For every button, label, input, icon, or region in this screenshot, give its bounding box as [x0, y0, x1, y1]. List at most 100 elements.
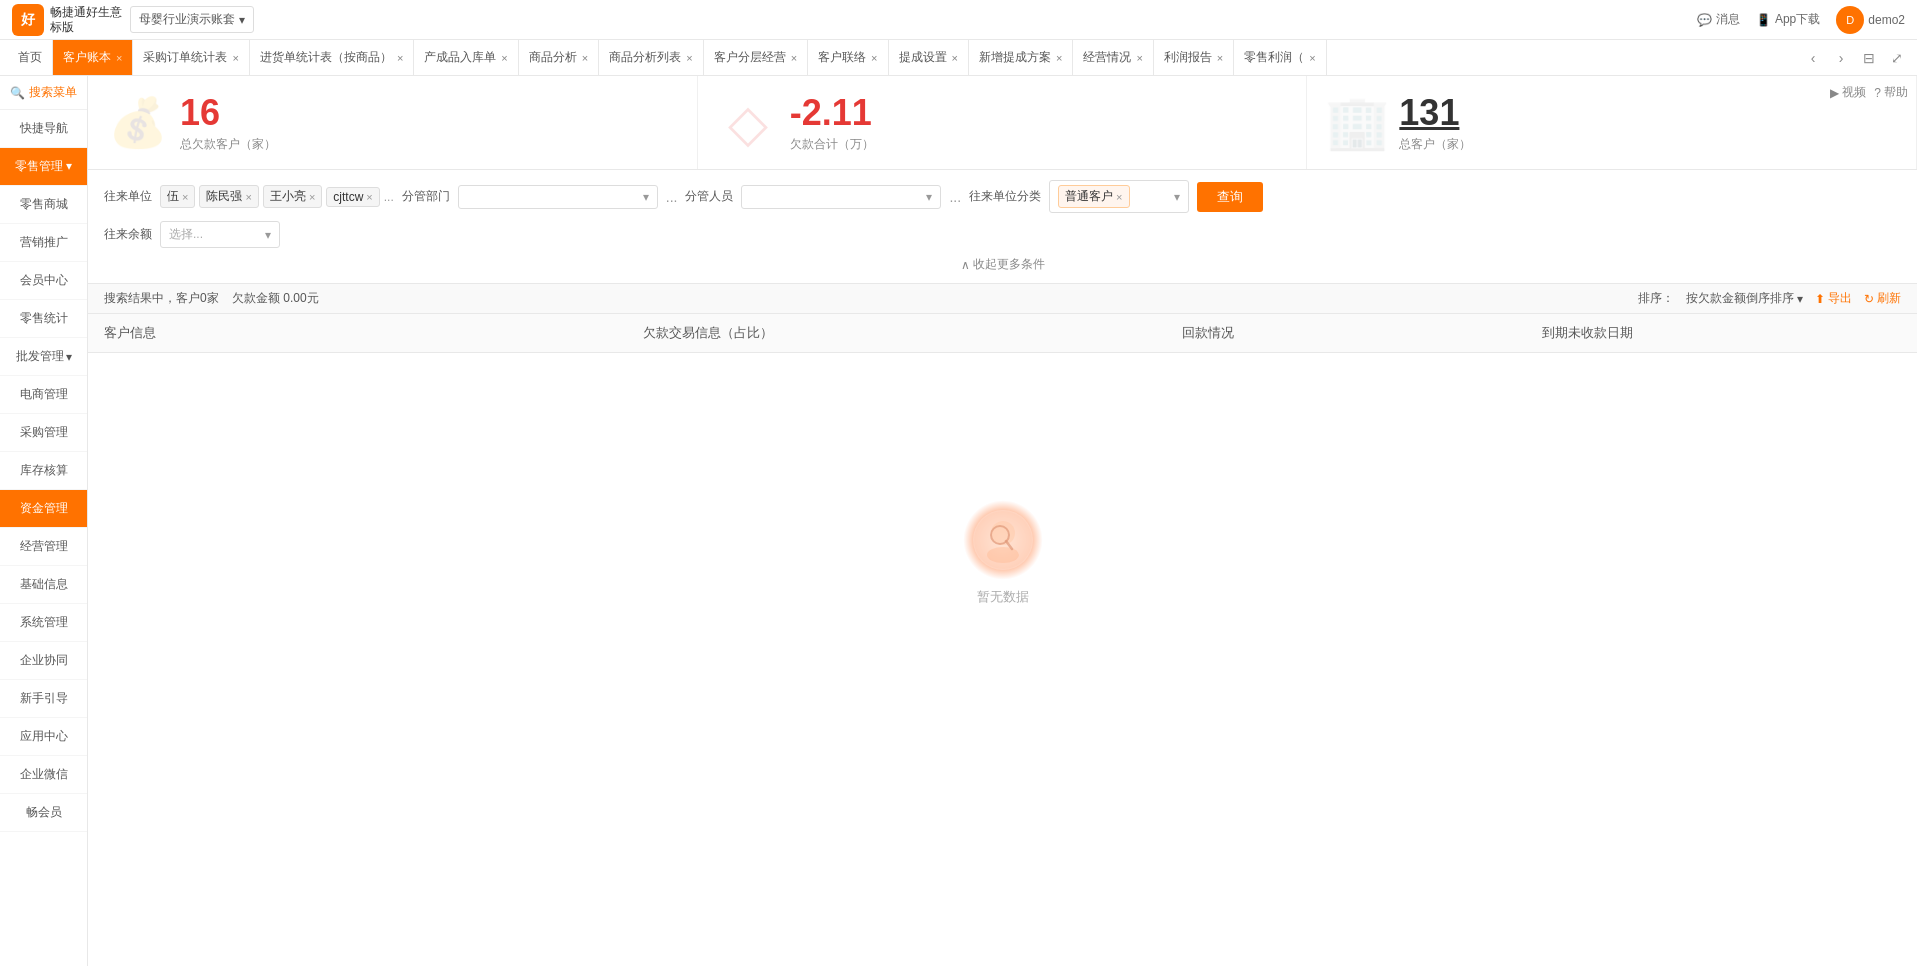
tab-product-analysis-list[interactable]: 商品分析列表 × — [599, 40, 703, 76]
stat-value-receivable: -2.11 — [790, 92, 874, 134]
help-button[interactable]: ? 帮助 — [1874, 84, 1908, 101]
tab-close-profit-report[interactable]: × — [1217, 52, 1223, 64]
col-repayment: 回款情况 — [1182, 324, 1541, 342]
video-icon: ▶ — [1830, 86, 1839, 100]
stat-label-customers: 总欠款客户（家） — [180, 136, 276, 153]
tab-customer-tier[interactable]: 客户分层经营 × — [704, 40, 808, 76]
video-button[interactable]: ▶ 视频 — [1830, 84, 1866, 101]
app-download-button[interactable]: 📱 App下载 — [1756, 11, 1820, 28]
chevron-down-icon-sort: ▾ — [1797, 292, 1803, 306]
top-bar: 好 畅捷通好生意 标版 母婴行业演示账套 ▾ 💬 消息 📱 App下载 D de… — [0, 0, 1917, 40]
filter-label-unit: 往来单位 — [104, 188, 152, 205]
filter-dept-select[interactable]: ▾ — [458, 185, 658, 209]
filter-tag-chen[interactable]: 陈民强 × — [199, 185, 258, 208]
refresh-button[interactable]: ↻ 刷新 — [1864, 290, 1901, 307]
tab-product-entry[interactable]: 产成品入库单 × — [414, 40, 518, 76]
top-bar-left: 好 畅捷通好生意 标版 母婴行业演示账套 ▾ — [12, 4, 254, 36]
tag-close-chen[interactable]: × — [245, 191, 251, 203]
sidebar-item-basic-info[interactable]: 基础信息 — [0, 566, 87, 604]
tab-product-analysis[interactable]: 商品分析 × — [519, 40, 599, 76]
filter-tag-wang[interactable]: 王小亮 × — [263, 185, 322, 208]
tab-profit-report[interactable]: 利润报告 × — [1154, 40, 1234, 76]
sidebar-item-quick-nav[interactable]: 快捷导航 — [0, 110, 87, 148]
filter-tag-normal-customer[interactable]: 普通客户 × — [1058, 185, 1129, 208]
sidebar-search[interactable]: 🔍 搜索菜单 — [0, 76, 87, 110]
filter-label-unit-category: 往来单位分类 — [969, 188, 1041, 205]
tab-close-product-analysis-list[interactable]: × — [686, 52, 692, 64]
collapse-button[interactable]: ∧ 收起更多条件 — [961, 256, 1045, 273]
sidebar-item-finance[interactable]: 资金管理 — [0, 490, 87, 528]
filter-more-tags[interactable]: ... — [384, 190, 394, 204]
sidebar-item-system-mgmt[interactable]: 系统管理 — [0, 604, 87, 642]
filter-remainder-select[interactable]: 选择... ▾ — [160, 221, 280, 248]
tab-close-customers[interactable]: × — [116, 52, 122, 64]
sidebar-item-purchase-mgmt[interactable]: 采购管理 — [0, 414, 87, 452]
tab-close-customer-contact[interactable]: × — [871, 52, 877, 64]
sidebar-item-wholesale-mgmt[interactable]: 批发管理 ▾ — [0, 338, 87, 376]
sidebar-item-retail-mall[interactable]: 零售商城 — [0, 186, 87, 224]
tag-close-wu[interactable]: × — [182, 191, 188, 203]
store-selector[interactable]: 母婴行业演示账套 ▾ — [130, 6, 254, 33]
tab-home[interactable]: 首页 — [8, 40, 53, 76]
tab-inventory-stats[interactable]: 进货单统计表（按商品） × — [250, 40, 414, 76]
tab-close-tip-settings[interactable]: × — [952, 52, 958, 64]
tab-close-retail-profit[interactable]: × — [1309, 52, 1315, 64]
sidebar-item-app-center[interactable]: 应用中心 — [0, 718, 87, 756]
tag-close-normal-customer[interactable]: × — [1116, 191, 1122, 203]
message-icon: 💬 — [1697, 13, 1712, 27]
tab-minimize-button[interactable]: ⊟ — [1857, 46, 1881, 70]
stat-card-customers: 💰 16 总欠款客户（家） — [88, 76, 698, 169]
filter-person-dots[interactable]: ... — [949, 189, 961, 205]
tab-close-customer-tier[interactable]: × — [791, 52, 797, 64]
filter-unit-category-select[interactable]: 普通客户 × ▾ — [1049, 180, 1189, 213]
sidebar-item-inventory[interactable]: 库存核算 — [0, 452, 87, 490]
stats-row: 💰 16 总欠款客户（家） ◇ -2.11 欠款合计（万） 🏢 131 总客户（… — [88, 76, 1917, 170]
filter-person-select[interactable]: ▾ — [741, 185, 941, 209]
stat-card-receivable: ◇ -2.11 欠款合计（万） — [698, 76, 1308, 169]
svg-point-2 — [987, 547, 1019, 563]
tab-tip-settings[interactable]: 提成设置 × — [889, 40, 969, 76]
stat-icon-customers: 💰 — [108, 93, 168, 153]
sidebar-item-new-guide[interactable]: 新手引导 — [0, 680, 87, 718]
table-area: 客户信息 欠款交易信息（占比） 回款情况 到期未收款日期 — [88, 314, 1917, 966]
tab-customers[interactable]: 客户账本 × — [53, 40, 133, 76]
tab-next-button[interactable]: › — [1829, 46, 1853, 70]
filter-tag-cjttcw[interactable]: cjttcw × — [326, 187, 379, 207]
tab-new-tip-plan[interactable]: 新增提成方案 × — [969, 40, 1073, 76]
sidebar-item-chang-member[interactable]: 畅会员 — [0, 794, 87, 832]
filter-tag-wu[interactable]: 伍 × — [160, 185, 195, 208]
tab-bar-controls: ‹ › ⊟ ⤢ — [1801, 46, 1909, 70]
tab-purchase-orders[interactable]: 采购订单统计表 × — [133, 40, 249, 76]
tab-close-operations[interactable]: × — [1136, 52, 1142, 64]
tab-bar: 首页 客户账本 × 采购订单统计表 × 进货单统计表（按商品） × 产成品入库单… — [0, 40, 1917, 76]
filter-row-2: 往来余额 选择... ▾ — [104, 221, 1901, 248]
tab-prev-button[interactable]: ‹ — [1801, 46, 1825, 70]
sidebar-item-retail-mgmt[interactable]: 零售管理 ▾ — [0, 148, 87, 186]
tab-operations[interactable]: 经营情况 × — [1073, 40, 1153, 76]
sidebar-item-enterprise-coop[interactable]: 企业协同 — [0, 642, 87, 680]
tab-retail-profit[interactable]: 零售利润（ × — [1234, 40, 1326, 76]
sidebar-item-ecommerce[interactable]: 电商管理 — [0, 376, 87, 414]
filter-label-person: 分管人员 — [685, 188, 733, 205]
results-bar: 搜索结果中，客户0家 欠款金额 0.00元 排序： 按欠款金额倒序排序 ▾ ⬆ … — [88, 284, 1917, 314]
tab-close-purchase-orders[interactable]: × — [232, 52, 238, 64]
tab-close-product-entry[interactable]: × — [501, 52, 507, 64]
tag-close-cjttcw[interactable]: × — [366, 191, 372, 203]
sidebar-item-member-center[interactable]: 会员中心 — [0, 262, 87, 300]
tab-close-new-tip-plan[interactable]: × — [1056, 52, 1062, 64]
sidebar-item-retail-stats[interactable]: 零售统计 — [0, 300, 87, 338]
sidebar-item-operations-mgmt[interactable]: 经营管理 — [0, 528, 87, 566]
filter-dept-dots[interactable]: ... — [666, 189, 678, 205]
tab-customer-contact[interactable]: 客户联络 × — [808, 40, 888, 76]
sidebar-item-marketing[interactable]: 营销推广 — [0, 224, 87, 262]
user-menu[interactable]: D demo2 — [1836, 6, 1905, 34]
export-button[interactable]: ⬆ 导出 — [1815, 290, 1852, 307]
tab-expand-button[interactable]: ⤢ — [1885, 46, 1909, 70]
query-button[interactable]: 查询 — [1197, 182, 1263, 212]
tag-close-wang[interactable]: × — [309, 191, 315, 203]
tab-close-inventory-stats[interactable]: × — [397, 52, 403, 64]
sidebar-item-enterprise-wechat[interactable]: 企业微信 — [0, 756, 87, 794]
tab-close-product-analysis[interactable]: × — [582, 52, 588, 64]
messages-button[interactable]: 💬 消息 — [1697, 11, 1740, 28]
sort-button[interactable]: 按欠款金额倒序排序 ▾ — [1686, 290, 1803, 307]
